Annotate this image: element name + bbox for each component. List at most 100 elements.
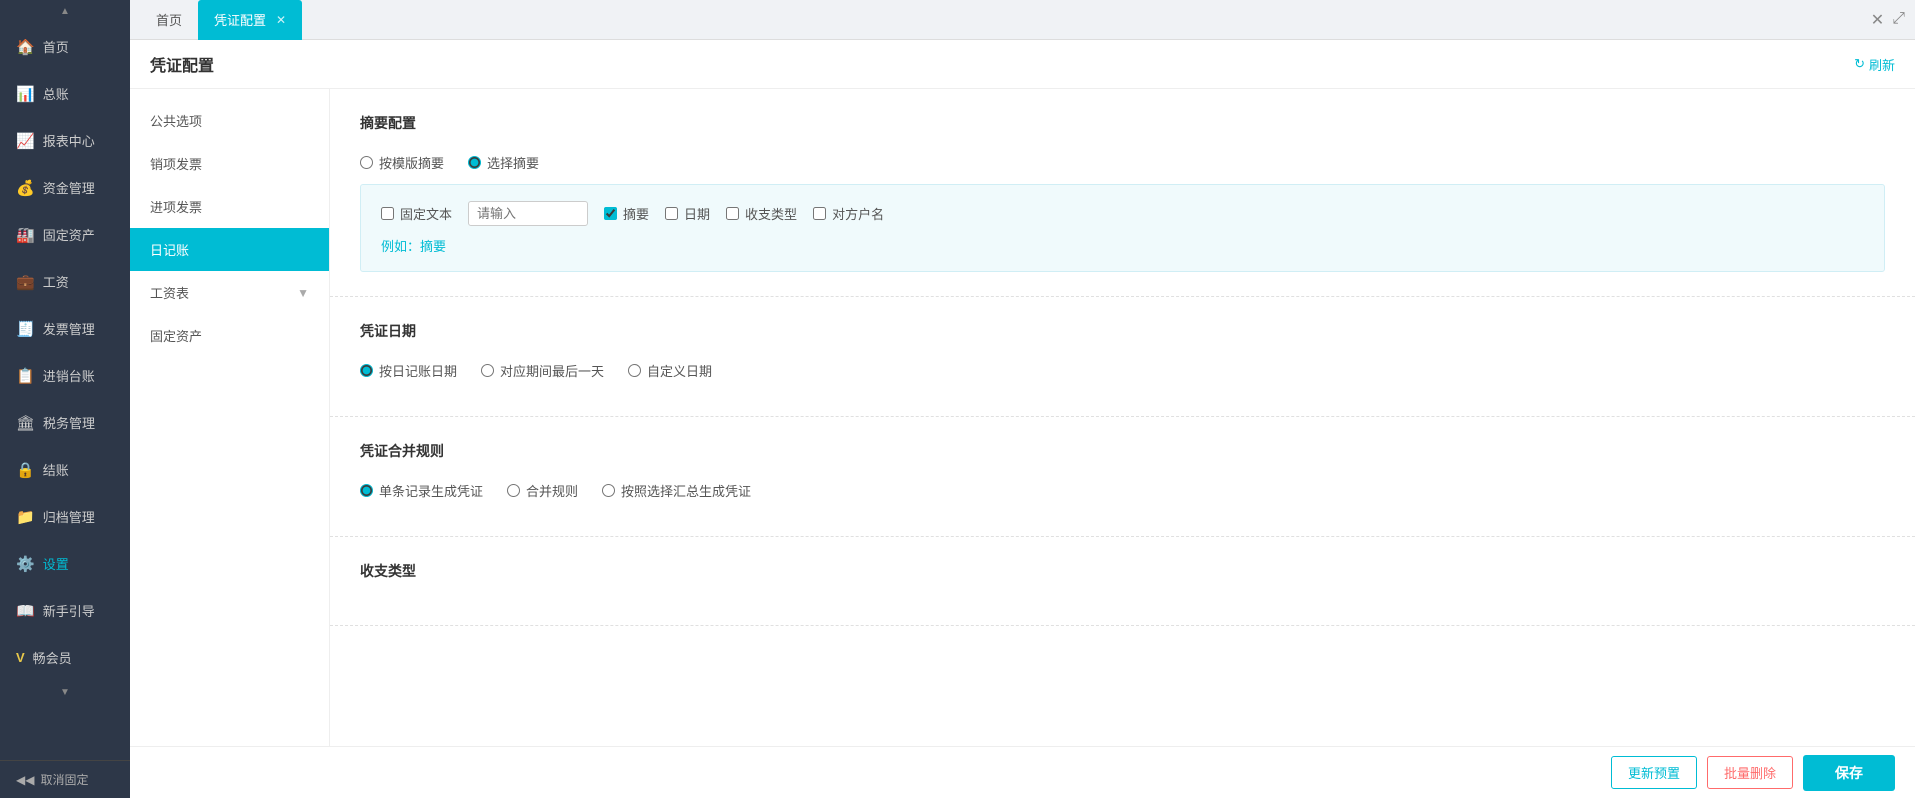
checkbox-income-type[interactable]: 收支类型 [726,204,797,223]
refresh-icon: ↻ [1854,56,1865,72]
closing-icon: 🔒 [16,461,35,479]
reports-icon: 📈 [16,132,35,150]
radio-merge[interactable]: 合并规则 [507,481,578,500]
radio-custom-date-input[interactable] [628,364,641,377]
merge-rule-title: 凭证合并规则 [360,441,1885,461]
unpin-button[interactable]: ◀◀ 取消固定 [0,760,130,798]
example-text: 例如：摘要 [381,236,1864,255]
page-header: 凭证配置 ↻ 刷新 [130,40,1915,89]
income-type-title: 收支类型 [360,561,1885,581]
bottom-bar: 更新预置 批量删除 保存 [130,746,1915,798]
sidebar-item-archive[interactable]: 📁 归档管理 [0,493,130,540]
left-nav-journal[interactable]: 日记账 [130,228,329,271]
summary-radio-group: 按模版摘要 选择摘要 [360,153,1885,172]
sidebar-item-salary[interactable]: 💼 工资 [0,258,130,305]
income-type-section: 收支类型 [330,537,1915,626]
settings-icon: ⚙️ [16,555,35,573]
archive-icon: 📁 [16,508,35,526]
left-nav: 公共选项 销项发票 进项发票 日记账 工资表 ▼ 固定资产 [130,89,330,746]
tab-close-icon[interactable]: ✕ [276,13,286,27]
radio-custom-date[interactable]: 自定义日期 [628,361,712,380]
sidebar-item-home[interactable]: 🏠 首页 [0,23,130,70]
invoice-icon: 🧾 [16,320,35,338]
radio-single-input[interactable] [360,484,373,497]
checkbox-counterpart[interactable]: 对方户名 [813,204,884,223]
sidebar-scroll-up[interactable]: ▲ [0,0,130,23]
radio-select-merge-input[interactable] [602,484,615,497]
checkbox-date[interactable]: 日期 [665,204,710,223]
radio-template-summary[interactable]: 按模版摘要 [360,153,444,172]
ledger-icon: 📊 [16,85,35,103]
sidebar-item-invoice[interactable]: 🧾 发票管理 [0,305,130,352]
guide-icon: 📖 [16,602,35,620]
merge-rule-radio-group: 单条记录生成凭证 合并规则 按照选择汇总生成凭证 [360,481,1885,500]
funds-icon: 💰 [16,179,35,197]
save-button[interactable]: 保存 [1803,755,1895,791]
home-icon: 🏠 [16,38,35,56]
sidebar-item-funds[interactable]: 💰 资金管理 [0,164,130,211]
checkbox-fixed-text-input[interactable] [381,207,394,220]
tab-home[interactable]: 首页 [140,0,198,40]
voucher-date-title: 凭证日期 [360,321,1885,341]
left-nav-public[interactable]: 公共选项 [130,99,329,142]
pin-icon: ◀◀ [16,773,34,787]
assets-icon: 🏭 [16,226,35,244]
checkbox-summary[interactable]: 摘要 [604,204,649,223]
radio-period-last-day[interactable]: 对应期间最后一天 [481,361,604,380]
radio-template-input[interactable] [360,156,373,169]
radio-select-input[interactable] [468,156,481,169]
left-nav-sales-invoice[interactable]: 销项发票 [130,142,329,185]
left-nav-fixed-assets[interactable]: 固定资产 [130,314,329,357]
left-nav-payroll[interactable]: 工资表 ▼ [130,271,329,314]
radio-select-summary[interactable]: 选择摘要 [468,153,539,172]
sidebar-item-sales[interactable]: 📋 进销台账 [0,352,130,399]
checkbox-counterpart-input[interactable] [813,207,826,220]
batch-delete-button[interactable]: 批量删除 [1707,756,1793,789]
sidebar-scroll-down[interactable]: ▼ [0,681,130,704]
page-title: 凭证配置 [150,52,214,76]
sidebar-item-settings[interactable]: ⚙️ 设置 [0,540,130,587]
content-layout: 公共选项 销项发票 进项发票 日记账 工资表 ▼ 固定资产 [130,89,1915,746]
page-content: 凭证配置 ↻ 刷新 公共选项 销项发票 进项发票 日记账 [130,40,1915,798]
radio-select-merge[interactable]: 按照选择汇总生成凭证 [602,481,751,500]
merge-rule-section: 凭证合并规则 单条记录生成凭证 合并规则 按照选择汇总生成凭证 [330,417,1915,537]
sidebar-item-ledger[interactable]: 📊 总账 [0,70,130,117]
sales-icon: 📋 [16,367,35,385]
checkbox-summary-input[interactable] [604,207,617,220]
checkbox-income-type-input[interactable] [726,207,739,220]
tab-bar-actions: ✕ ⤢ [1871,10,1905,30]
member-icon: V [16,650,25,665]
radio-merge-input[interactable] [507,484,520,497]
right-content: 摘要配置 按模版摘要 选择摘要 [330,89,1915,746]
refresh-button[interactable]: ↻ 刷新 [1854,55,1895,74]
update-preset-button[interactable]: 更新预置 [1611,756,1697,789]
checkbox-row: 固定文本 摘要 日期 [381,201,1864,226]
left-nav-purchase-invoice[interactable]: 进项发票 [130,185,329,228]
tab-voucher-config[interactable]: 凭证配置 ✕ [198,0,302,40]
expand-window-icon[interactable]: ⤢ [1892,10,1905,30]
radio-period-last-day-input[interactable] [481,364,494,377]
summary-checkbox-area: 固定文本 摘要 日期 [360,184,1885,272]
sidebar-item-tax[interactable]: 🏛 税务管理 [0,399,130,446]
summary-config-title: 摘要配置 [360,113,1885,133]
checkbox-fixed-text[interactable]: 固定文本 [381,204,452,223]
radio-journal-date[interactable]: 按日记账日期 [360,361,457,380]
sidebar-item-closing[interactable]: 🔒 结账 [0,446,130,493]
salary-icon: 💼 [16,273,35,291]
tab-bar: 首页 凭证配置 ✕ ✕ ⤢ [130,0,1915,40]
sidebar-item-guide[interactable]: 📖 新手引导 [0,587,130,634]
chevron-down-icon: ▼ [297,286,309,300]
radio-single[interactable]: 单条记录生成凭证 [360,481,483,500]
sidebar: ▲ 🏠 首页 📊 总账 📈 报表中心 💰 资金管理 🏭 固定资产 💼 工资 🧾 … [0,0,130,798]
sidebar-item-assets[interactable]: 🏭 固定资产 [0,211,130,258]
fixed-text-input[interactable] [468,201,588,226]
radio-journal-date-input[interactable] [360,364,373,377]
checkbox-date-input[interactable] [665,207,678,220]
sidebar-item-member[interactable]: V 畅会员 [0,634,130,681]
close-window-icon[interactable]: ✕ [1871,10,1884,30]
voucher-date-radio-group: 按日记账日期 对应期间最后一天 自定义日期 [360,361,1885,380]
tax-icon: 🏛 [16,414,35,432]
sidebar-item-reports[interactable]: 📈 报表中心 [0,117,130,164]
voucher-date-section: 凭证日期 按日记账日期 对应期间最后一天 自定义日期 [330,297,1915,417]
main-area: 首页 凭证配置 ✕ ✕ ⤢ 凭证配置 ↻ 刷新 公共选项 [130,0,1915,798]
